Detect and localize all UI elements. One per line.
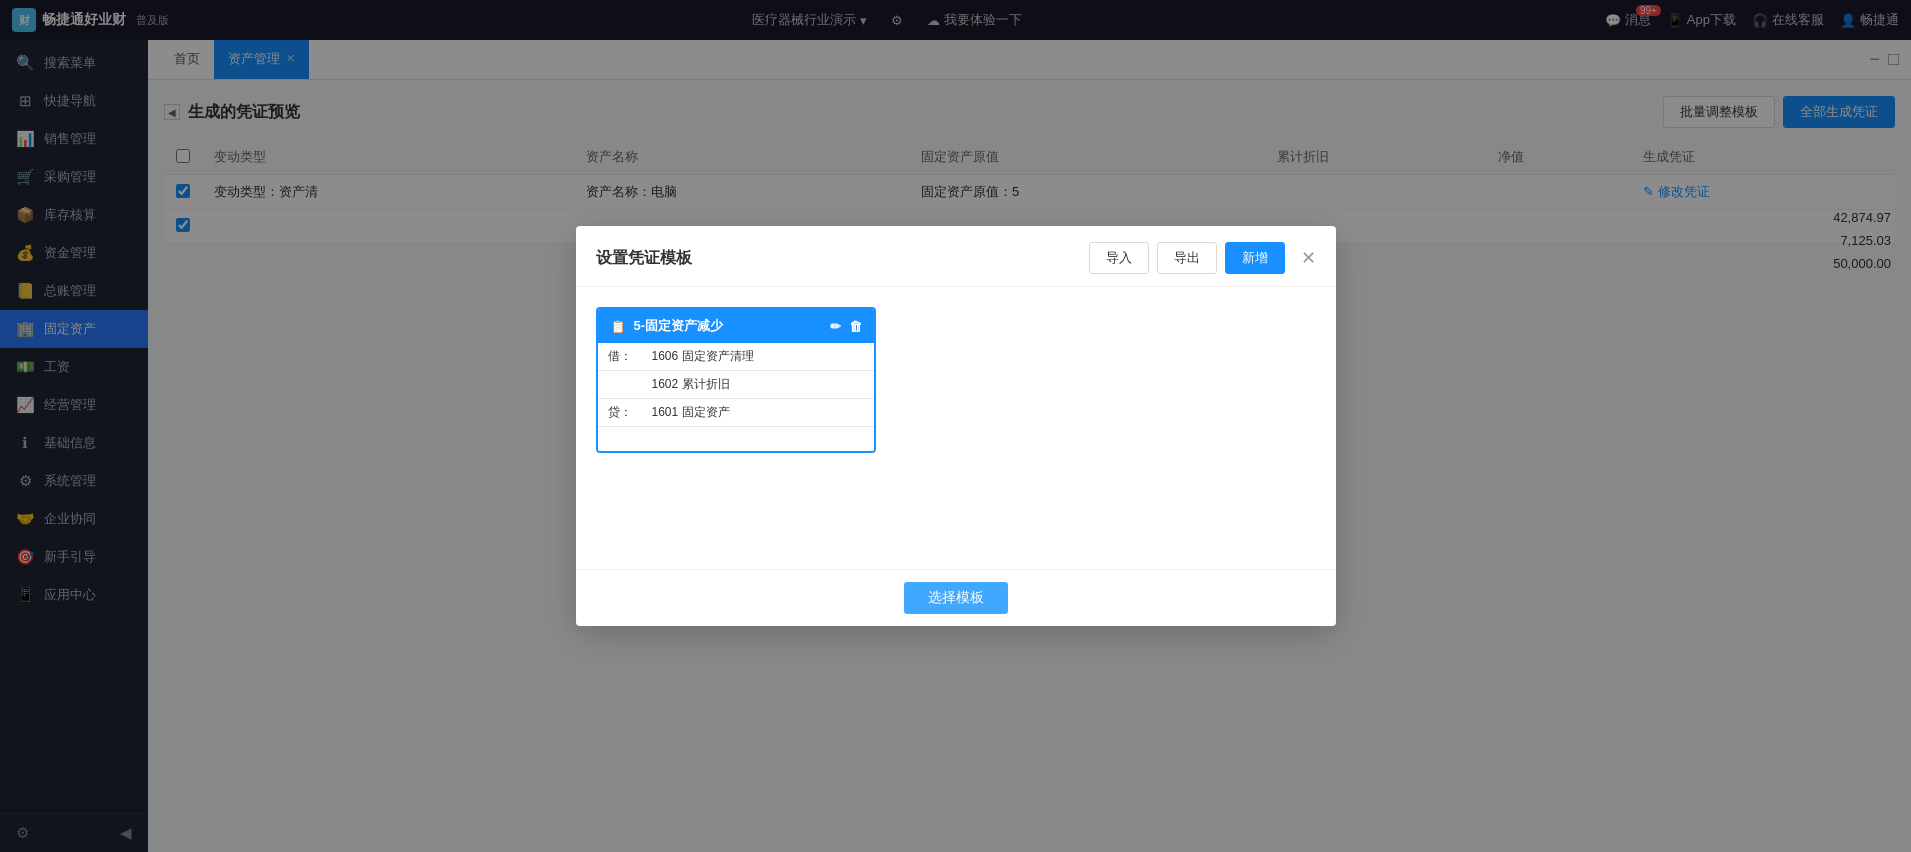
template-card-body: 借： 1606 固定资产清理 1602 累计折旧 bbox=[598, 343, 874, 451]
template-row-credit1: 贷： 1601 固定资产 bbox=[598, 399, 874, 427]
template-row-debit1: 借： 1606 固定资产清理 bbox=[598, 343, 874, 371]
template-name: 5-固定资产减少 bbox=[634, 317, 724, 335]
debit-amount bbox=[816, 343, 845, 371]
close-icon[interactable]: ✕ bbox=[1301, 247, 1316, 269]
modal-header: 设置凭证模板 导入 导出 新增 ✕ bbox=[576, 226, 1336, 287]
modal-overlay: 设置凭证模板 导入 导出 新增 ✕ 📋 5-固定资产减少 bbox=[0, 0, 1911, 852]
template-card-header: 📋 5-固定资产减少 ✏ 🗑 bbox=[598, 309, 874, 343]
modal-body: 📋 5-固定资产减少 ✏ 🗑 借： bbox=[576, 287, 1336, 569]
select-template-btn[interactable]: 选择模板 bbox=[904, 582, 1008, 614]
template-grid: 📋 5-固定资产减少 ✏ 🗑 借： bbox=[596, 307, 1316, 453]
template-table: 借： 1606 固定资产清理 1602 累计折旧 bbox=[598, 343, 874, 451]
entry-type bbox=[598, 371, 642, 399]
entry-type: 贷： bbox=[598, 399, 642, 427]
debit-amount bbox=[816, 371, 845, 399]
modal-set-voucher-template: 设置凭证模板 导入 导出 新增 ✕ 📋 5-固定资产减少 bbox=[576, 226, 1336, 626]
modal-title: 设置凭证模板 bbox=[596, 248, 692, 269]
credit-amount bbox=[845, 399, 874, 427]
template-card-header-actions: ✏ 🗑 bbox=[830, 319, 862, 334]
entry-type: 借： bbox=[598, 343, 642, 371]
template-row-debit2: 1602 累计折旧 bbox=[598, 371, 874, 399]
debit-amount bbox=[816, 399, 845, 427]
template-empty-row bbox=[598, 427, 874, 451]
import-btn[interactable]: 导入 bbox=[1089, 242, 1149, 274]
delete-icon[interactable]: 🗑 bbox=[849, 319, 862, 334]
credit-amount bbox=[845, 371, 874, 399]
new-btn[interactable]: 新增 bbox=[1225, 242, 1285, 274]
modal-footer: 选择模板 bbox=[576, 569, 1336, 626]
modal-header-actions: 导入 导出 新增 ✕ bbox=[1089, 242, 1316, 274]
credit-amount bbox=[845, 343, 874, 371]
account-code: 1602 累计折旧 bbox=[642, 371, 817, 399]
account-code: 1606 固定资产清理 bbox=[642, 343, 817, 371]
export-btn[interactable]: 导出 bbox=[1157, 242, 1217, 274]
file-icon: 📋 bbox=[610, 319, 626, 334]
account-code: 1601 固定资产 bbox=[642, 399, 817, 427]
template-card[interactable]: 📋 5-固定资产减少 ✏ 🗑 借： bbox=[596, 307, 876, 453]
edit-icon[interactable]: ✏ bbox=[830, 319, 841, 334]
